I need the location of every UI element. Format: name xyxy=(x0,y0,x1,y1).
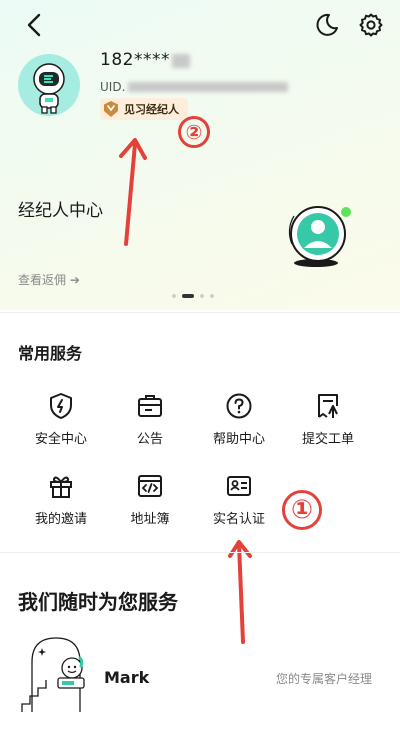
agent-illustration-icon xyxy=(288,206,351,267)
annotation-marker-2: ② xyxy=(178,116,210,148)
level-shield-icon xyxy=(104,101,118,117)
services-title: 常用服务 xyxy=(18,344,83,363)
service-real-name-verification[interactable]: 实名认证 xyxy=(194,472,284,542)
account-manager-role: 您的专属客户经理 xyxy=(276,672,373,686)
service-my-invites[interactable]: 我的邀请 xyxy=(16,472,106,542)
carousel-dot[interactable] xyxy=(200,294,204,298)
account-manager-name[interactable]: Mark xyxy=(104,668,149,687)
support-title: 我们随时为您服务 xyxy=(18,590,178,614)
astronaut-avatar-icon xyxy=(33,63,65,114)
service-label: 我的邀请 xyxy=(34,512,87,527)
service-label: 提交工单 xyxy=(301,432,354,447)
gear-icon xyxy=(359,13,383,37)
id-card-icon xyxy=(227,476,251,496)
help-icon xyxy=(226,393,252,419)
service-submit-ticket[interactable]: 提交工单 xyxy=(283,392,373,462)
carousel-dot[interactable] xyxy=(172,294,176,298)
annotation-arrow-up-icon xyxy=(228,540,252,644)
moon-icon xyxy=(316,13,338,36)
agent-center-title[interactable]: 经纪人中心 xyxy=(18,196,103,221)
service-announcement[interactable]: 公告 xyxy=(105,392,195,462)
theme-toggle-button[interactable] xyxy=(314,12,340,38)
section-divider xyxy=(0,312,400,313)
service-label: 实名认证 xyxy=(212,512,265,527)
carousel-indicator[interactable] xyxy=(172,294,214,298)
masked-phone-digits xyxy=(172,54,190,68)
annotation-arrow-up-icon xyxy=(119,138,147,246)
chevron-left-icon xyxy=(27,13,41,37)
service-address-book[interactable]: 地址簿 xyxy=(105,472,195,542)
masked-uid xyxy=(128,82,288,92)
user-uid: UID. xyxy=(100,80,125,94)
service-label: 地址簿 xyxy=(130,512,170,527)
briefcase-icon xyxy=(138,395,162,417)
service-help-center[interactable]: 帮助中心 xyxy=(194,392,284,462)
user-phone: 182**** xyxy=(100,50,170,70)
code-window-icon xyxy=(138,475,162,497)
service-security-center[interactable]: 安全中心 xyxy=(16,392,106,462)
carousel-dot-active[interactable] xyxy=(182,294,194,298)
carousel-dot[interactable] xyxy=(210,294,214,298)
shield-icon xyxy=(50,393,72,419)
avatar[interactable] xyxy=(18,54,80,116)
service-label: 安全中心 xyxy=(34,432,87,447)
back-button[interactable] xyxy=(22,12,48,38)
service-label: 公告 xyxy=(136,432,163,447)
account-manager-illustration-icon xyxy=(21,637,85,712)
badge-label: 见习经纪人 xyxy=(124,103,179,116)
ticket-icon xyxy=(318,394,338,418)
annotation-marker-1: ① xyxy=(282,490,322,530)
agent-level-badge[interactable]: 见习经纪人 xyxy=(100,98,188,120)
uid-prefix: UID. xyxy=(100,80,126,94)
view-rebate-link[interactable]: 查看返佣 ➔ xyxy=(18,271,80,288)
gift-icon xyxy=(50,476,72,498)
section-divider xyxy=(0,552,400,553)
service-label: 帮助中心 xyxy=(212,432,265,447)
settings-button[interactable] xyxy=(358,12,384,38)
